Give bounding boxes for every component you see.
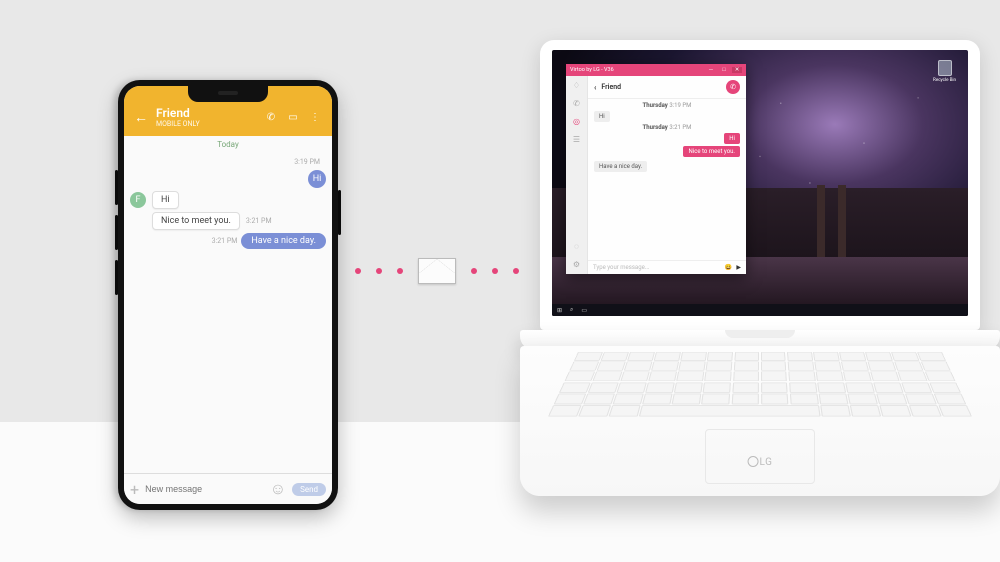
send-button[interactable]: Send [292,483,326,496]
dot-icon [397,268,403,274]
timestamp: 3:21 PM [212,237,238,245]
laptop-display: Recycle Bin Virtoo by LG - V36 ─ □ ✕ ♢ ✆… [552,50,968,316]
app-sidebar: ♢ ✆ ◎ ☰ ◌ ⚙ [566,76,588,274]
thread: Thursday 3:19 PM Hi Thursday 3:21 PM Hi … [588,99,746,260]
laptop-device: Recycle Bin Virtoo by LG - V36 ─ □ ✕ ♢ ✆… [540,40,980,496]
outgoing-row: Hi [130,170,326,188]
more-icon[interactable]: ⋮ [308,110,322,124]
window-title: Virtoo by LG - V36 [570,67,703,73]
back-icon[interactable]: ‹ [594,83,596,92]
sync-indicator [355,258,519,284]
laptop-base: LG [520,346,1000,496]
timestamp: 3:21 PM [246,217,272,225]
lg-logo: LG [748,456,773,468]
chat-pane: ‹ Friend ✆ Thursday 3:19 PM Hi Thursday … [588,76,746,274]
phone-device: ← Friend MOBILE ONLY ✆ ▭ ⋮ Today 3:19 PM… [118,80,338,510]
bin-icon [938,60,952,76]
dot-icon [376,268,382,274]
recycle-bin[interactable]: Recycle Bin [933,60,956,83]
day-separator: Thursday 3:21 PM [594,124,740,131]
help-icon[interactable]: ◌ [574,242,579,251]
wallpaper-dock [552,188,968,316]
timestamp: 3:19 PM [130,157,326,167]
dot-icon [471,268,477,274]
outgoing-bubble: Hi [308,170,326,188]
incoming-row: F Hi [130,191,326,209]
chat-header: ‹ Friend ✆ [588,76,746,99]
outgoing-bubble: Nice to meet you. [683,146,740,157]
incoming-bubble: Have a nice day. [594,161,647,172]
composer: + ☺ Send [124,473,332,504]
start-icon[interactable]: ⊞ [557,307,562,314]
taskbar[interactable]: ⊞ ⌕ ▭ [552,304,968,316]
incoming-bubble: Hi [152,191,179,209]
message-list: 3:19 PM Hi F Hi Nice to meet you. 3:21 P… [124,153,332,473]
recycle-label: Recycle Bin [933,78,956,83]
composer: Type your message... 😀 ▶ [588,260,746,274]
chat-tab-icon[interactable]: ◎ [573,117,580,126]
keyboard [548,352,972,417]
wallpaper-water [552,257,968,316]
add-icon[interactable]: + [130,480,139,499]
call-icon[interactable]: ✆ [264,110,278,124]
contact-name: Friend [601,83,721,91]
settings-icon[interactable]: ⚙ [573,260,580,269]
dot-icon [492,268,498,274]
dot-icon [355,268,361,274]
message-input[interactable]: Type your message... [593,264,721,271]
envelope-icon [418,258,456,284]
phone-notch [188,86,268,102]
message-input[interactable] [145,484,264,494]
phone-screen: ← Friend MOBILE ONLY ✆ ▭ ⋮ Today 3:19 PM… [124,86,332,504]
calendar-icon[interactable]: ▭ [286,110,300,124]
incoming-bubble: Hi [594,111,610,122]
avatar: F [130,192,146,208]
dot-icon [513,268,519,274]
virtoo-window: Virtoo by LG - V36 ─ □ ✕ ♢ ✆ ◎ ☰ ◌ ⚙ [566,64,746,274]
taskview-icon[interactable]: ▭ [581,307,587,314]
outgoing-row: 3:21 PM Have a nice day. [130,233,326,249]
bell-icon[interactable]: ♢ [573,81,580,90]
minimize-icon[interactable]: ─ [706,67,716,73]
maximize-icon[interactable]: □ [719,67,729,73]
emoji-icon[interactable]: ☺ [270,479,286,499]
back-icon[interactable]: ← [134,109,148,126]
window-titlebar[interactable]: Virtoo by LG - V36 ─ □ ✕ [566,64,746,76]
contact-name: Friend [156,106,256,120]
day-separator: Today [124,136,332,153]
laptop-lid: Recycle Bin Virtoo by LG - V36 ─ □ ✕ ♢ ✆… [540,40,980,330]
day-separator: Thursday 3:19 PM [594,102,740,109]
search-icon[interactable]: ⌕ [570,306,573,314]
outgoing-bubble: Hi [724,133,740,144]
close-icon[interactable]: ✕ [732,67,742,73]
contact-sub: MOBILE ONLY [156,120,256,128]
emoji-icon[interactable]: 😀 [725,264,732,271]
outgoing-bubble: Have a nice day. [241,233,326,249]
contacts-icon[interactable]: ☰ [573,135,580,144]
call-button[interactable]: ✆ [726,80,740,94]
send-icon[interactable]: ▶ [736,264,741,271]
incoming-row: Nice to meet you. 3:21 PM [152,212,326,230]
incoming-bubble: Nice to meet you. [152,212,240,230]
phone-tab-icon[interactable]: ✆ [573,99,580,108]
